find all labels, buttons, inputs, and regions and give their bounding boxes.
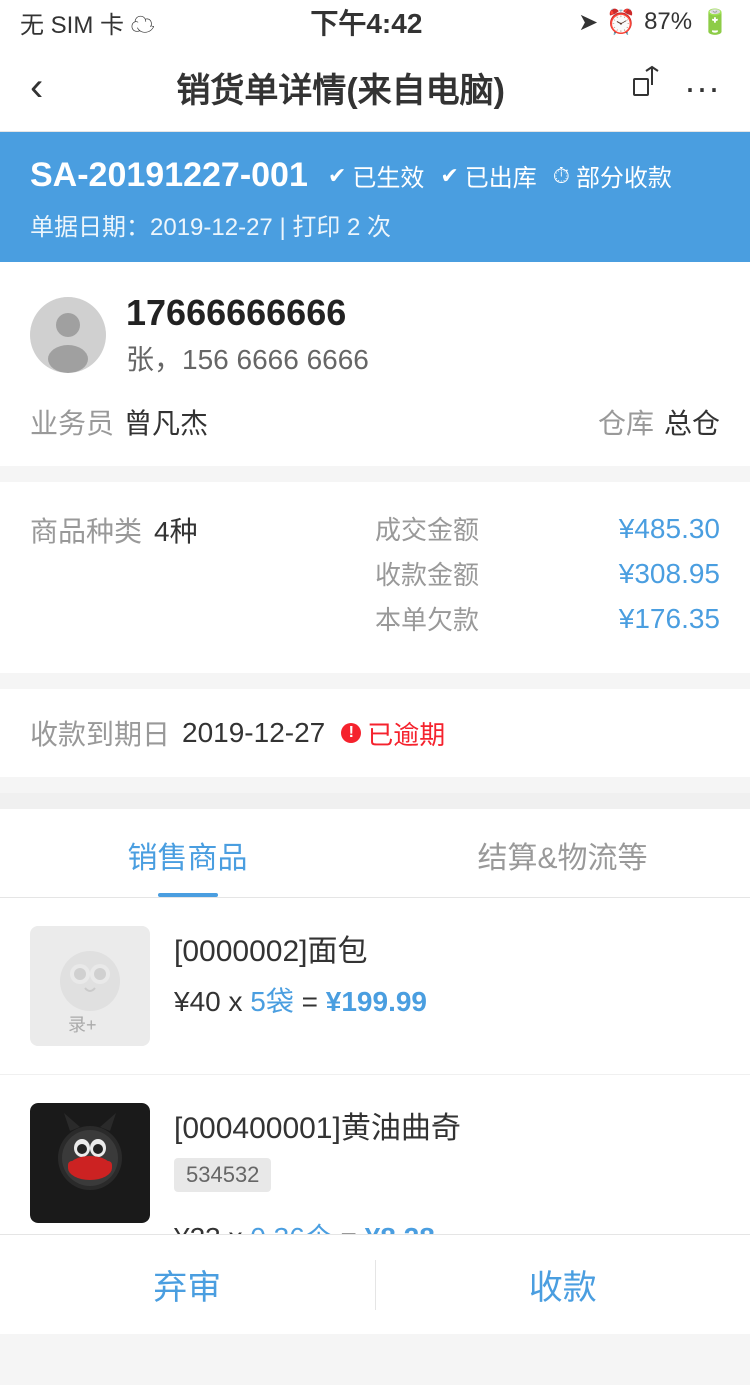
share-icon[interactable] xyxy=(628,65,664,110)
customer-section: 17666666666 张，156 6666 6666 业务员 曾凡杰 仓库 总… xyxy=(0,262,750,466)
product-title-1: 面包 xyxy=(307,935,367,968)
status-shipped-label: 已出库 xyxy=(465,158,537,193)
stats-right: 成交金额 ¥485.30 收款金额 ¥308.95 本单欠款 ¥176.35 xyxy=(375,510,720,645)
product-name-2: [000400001]黄油曲奇 xyxy=(174,1103,720,1147)
battery-icon: 🔋 xyxy=(700,8,730,37)
section-divider xyxy=(0,793,750,809)
stats-section: 商品种类 4种 成交金额 ¥485.30 收款金额 ¥308.95 本单欠款 ¥… xyxy=(0,482,750,673)
salesperson-value: 曾凡杰 xyxy=(124,402,208,442)
sim-status: 无 SIM 卡 ☁ xyxy=(20,5,155,40)
customer-phone: 17666666666 xyxy=(126,292,369,334)
tab-settlement[interactable]: 结算&物流等 xyxy=(375,809,750,897)
status-partial-label: 部分收款 xyxy=(576,158,672,193)
product-list: 录+ [0000002]面包 ¥40 x 5袋 = ¥199.99 xyxy=(0,898,750,1285)
overdue-badge: ! 已逾期 xyxy=(341,715,445,752)
product-type-label: 商品种类 xyxy=(30,510,142,550)
tabs-section: 销售商品 结算&物流等 录+ xyxy=(0,809,750,1285)
product-code-2: [000400001] xyxy=(174,1112,341,1145)
status-tag-partial: ⏱ 部分收款 xyxy=(553,158,672,193)
product-code-1: [0000002] xyxy=(174,935,307,968)
equals-1: = xyxy=(294,986,326,1017)
order-meta: 单据日期：2019-12-27 | 打印 2 次 xyxy=(30,207,720,242)
check-icon-1: ✔ xyxy=(328,163,346,189)
status-time: 下午4:42 xyxy=(310,2,422,42)
overdue-date: 2019-12-27 xyxy=(182,717,325,749)
collected-value: ¥308.95 xyxy=(619,558,720,590)
overdue-section: 收款到期日 2019-12-27 ! 已逾期 xyxy=(0,689,750,777)
status-tag-shipped: ✔ 已出库 xyxy=(440,158,536,193)
customer-sub-info: 张，156 6666 6666 xyxy=(126,338,369,378)
salesperson-label: 业务员 xyxy=(30,402,114,442)
order-print-count: | 打印 2 次 xyxy=(279,214,391,241)
product-title-2: 黄油曲奇 xyxy=(341,1112,461,1145)
product-price-1: ¥40 x 5袋 = ¥199.99 xyxy=(174,980,720,1020)
debt-label: 本单欠款 xyxy=(375,600,479,637)
alarm-icon: ⏰ xyxy=(606,8,636,37)
status-bar: 无 SIM 卡 ☁ 下午4:42 ➤ ⏰ 87% 🔋 xyxy=(0,0,750,44)
unit-price-1: ¥40 x xyxy=(174,986,250,1017)
tab-sales-products[interactable]: 销售商品 xyxy=(0,809,375,897)
page-title: 销货单详情(来自电脑) xyxy=(53,63,628,112)
overdue-text: 已逾期 xyxy=(367,715,445,752)
tabs-bar: 销售商品 结算&物流等 xyxy=(0,809,750,898)
check-icon-2: ✔ xyxy=(440,163,458,189)
total-1: ¥199.99 xyxy=(326,986,427,1017)
order-date: 单据日期：2019-12-27 xyxy=(30,214,273,241)
warehouse-label: 仓库 xyxy=(598,402,654,442)
stats-left: 商品种类 4种 xyxy=(30,510,375,556)
overdue-dot-icon: ! xyxy=(341,723,361,743)
status-right: ➤ ⏰ 87% 🔋 xyxy=(578,8,730,37)
status-tags: ✔ 已生效 ✔ 已出库 ⏱ 部分收款 xyxy=(328,158,672,193)
product-tag-2: 534532 xyxy=(174,1158,271,1192)
customer-avatar xyxy=(30,297,106,373)
nav-right-actions: ··· xyxy=(628,65,720,110)
collected-label: 收款金额 xyxy=(375,555,479,592)
status-effective-label: 已生效 xyxy=(352,158,424,193)
cancel-button[interactable]: 弃审 xyxy=(0,1240,375,1329)
debt-value: ¥176.35 xyxy=(619,603,720,635)
product-info-1: [0000002]面包 ¥40 x 5袋 = ¥199.99 xyxy=(174,926,720,1020)
bottom-bar: 弃审 收款 xyxy=(0,1234,750,1334)
battery-status: 87% xyxy=(644,8,692,36)
product-thumbnail-1: 录+ xyxy=(30,926,150,1046)
customer-details: 业务员 曾凡杰 仓库 总仓 xyxy=(30,392,720,442)
list-item: 录+ [0000002]面包 ¥40 x 5袋 = ¥199.99 xyxy=(0,898,750,1075)
clock-icon: ⏱ xyxy=(553,163,570,189)
status-tag-effective: ✔ 已生效 xyxy=(328,158,424,193)
back-button[interactable]: ‹ xyxy=(20,55,53,120)
deal-amount-label: 成交金额 xyxy=(375,510,479,547)
qty-1: 5袋 xyxy=(250,986,294,1017)
warehouse-value: 总仓 xyxy=(664,402,720,442)
product-type-value: 4种 xyxy=(154,510,198,550)
overdue-label: 收款到期日 xyxy=(30,713,170,753)
location-icon: ➤ xyxy=(578,8,598,37)
product-thumbnail-2 xyxy=(30,1103,150,1223)
nav-bar: ‹ 销货单详情(来自电脑) ··· xyxy=(0,44,750,132)
status-left: 无 SIM 卡 ☁ xyxy=(20,5,155,40)
pay-button[interactable]: 收款 xyxy=(376,1240,750,1329)
order-id: SA-20191227-001 xyxy=(30,156,308,195)
svg-text:录+: 录+ xyxy=(68,1015,97,1035)
order-header: SA-20191227-001 ✔ 已生效 ✔ 已出库 ⏱ 部分收款 单据日期：… xyxy=(0,132,750,262)
more-icon[interactable]: ··· xyxy=(684,67,720,109)
product-name-1: [0000002]面包 xyxy=(174,926,720,970)
deal-amount-value: ¥485.30 xyxy=(619,513,720,545)
